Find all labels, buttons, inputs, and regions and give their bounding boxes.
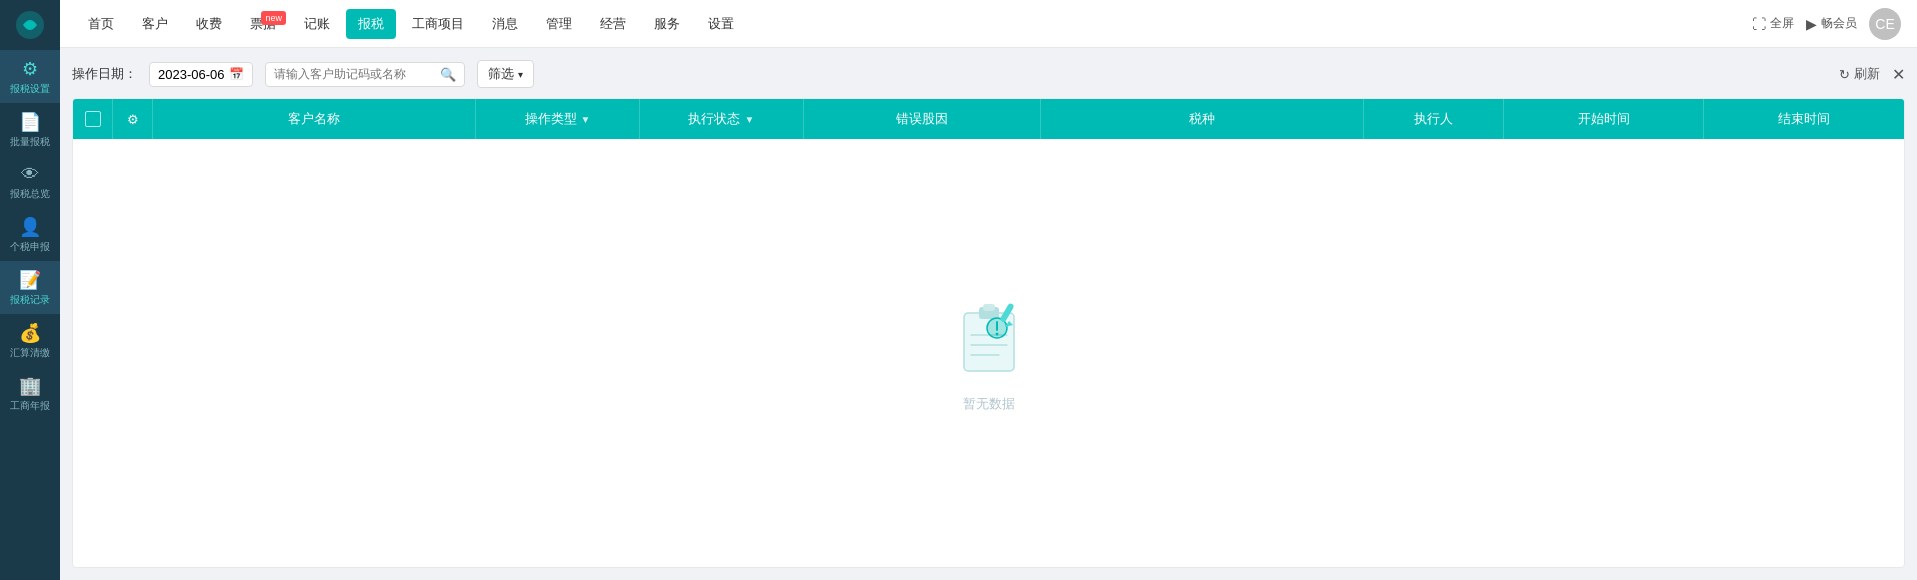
- op-type-sort-icon: ▼: [581, 114, 591, 125]
- content-area: 操作日期： 2023-06-06 📅 🔍 筛选 ▾ ↻ 刷新 ✕: [60, 48, 1917, 580]
- calendar-icon: 📅: [229, 67, 244, 81]
- sidebar-item-piliangshuibao[interactable]: 📄 批量报税: [0, 103, 60, 156]
- nav-item-baoshui[interactable]: 报税: [346, 9, 396, 39]
- status-sort-icon: ▼: [744, 114, 754, 125]
- nav-item-piaoju[interactable]: 票据 new: [238, 9, 288, 39]
- sidebar-item-label-baoshuishezhi: 报税设置: [10, 83, 50, 95]
- baoshuizonglan-icon: 👁: [21, 164, 39, 185]
- piliangshuibao-icon: 📄: [19, 111, 41, 133]
- gongshangniankan-icon: 🏢: [19, 375, 41, 397]
- sidebar-item-label-baoshuijilu: 报税记录: [10, 294, 50, 306]
- baoshuijilu-icon: 📝: [19, 269, 41, 291]
- sidebar-item-label-gongshangniankan: 工商年报: [10, 400, 50, 412]
- date-value: 2023-06-06: [158, 67, 225, 82]
- app-logo: [0, 0, 60, 50]
- member-label: 畅会员: [1821, 15, 1857, 32]
- nav-item-fuwu[interactable]: 服务: [642, 9, 692, 39]
- svg-point-10: [995, 333, 998, 336]
- nav-item-jingying[interactable]: 经营: [588, 9, 638, 39]
- nav-item-shouye[interactable]: 首页: [76, 9, 126, 39]
- refresh-icon: ↻: [1839, 67, 1850, 82]
- th-settings[interactable]: ⚙: [113, 99, 153, 139]
- main-area: 首页 客户 收费 票据 new 记账 报税 工商项目 消息 管理 经营 服务 设…: [60, 0, 1917, 580]
- sidebar-item-label-geshuishenbao: 个税申报: [10, 241, 50, 253]
- sidebar-item-label-baoshuizonglan: 报税总览: [10, 188, 50, 200]
- nav-item-kehu[interactable]: 客户: [130, 9, 180, 39]
- new-badge: new: [261, 11, 286, 25]
- avatar[interactable]: CE: [1869, 8, 1901, 40]
- nav-item-gongshangxiangmu[interactable]: 工商项目: [400, 9, 476, 39]
- search-box[interactable]: 🔍: [265, 62, 465, 87]
- nav-item-xiaoxi[interactable]: 消息: [480, 9, 530, 39]
- search-icon: 🔍: [440, 67, 456, 82]
- sidebar-item-gongshangniankan[interactable]: 🏢 工商年报: [0, 367, 60, 420]
- topnav-right: ⛶ 全屏 ▶ 畅会员 CE: [1752, 8, 1901, 40]
- sidebar-item-label-huisuanjiaona: 汇算清缴: [10, 347, 50, 359]
- date-picker[interactable]: 2023-06-06 📅: [149, 62, 253, 87]
- nav-item-shezhi[interactable]: 设置: [696, 9, 746, 39]
- table-body: 暂无数据: [73, 139, 1904, 567]
- fullscreen-button[interactable]: ⛶ 全屏: [1752, 15, 1794, 32]
- refresh-button[interactable]: ↻ 刷新: [1839, 65, 1880, 83]
- date-label: 操作日期：: [72, 65, 137, 83]
- geshuishenbao-icon: 👤: [19, 216, 41, 238]
- svg-rect-3: [983, 304, 995, 311]
- th-executor: 执行人: [1364, 99, 1503, 139]
- sidebar-item-baoshuishezhi[interactable]: ⚙ 报税设置: [0, 50, 60, 103]
- filter-button[interactable]: 筛选 ▾: [477, 60, 534, 88]
- sidebar: ⚙ 报税设置 📄 批量报税 👁 报税总览 👤 个税申报 📝 报税记录 💰 汇算清…: [0, 0, 60, 580]
- th-status[interactable]: 执行状态 ▼: [640, 99, 804, 139]
- member-button[interactable]: ▶ 畅会员: [1806, 15, 1857, 32]
- sidebar-item-huisuanjiaona[interactable]: 💰 汇算清缴: [0, 314, 60, 367]
- fullscreen-label: 全屏: [1770, 15, 1794, 32]
- refresh-label: 刷新: [1854, 65, 1880, 83]
- member-icon: ▶: [1806, 16, 1817, 32]
- table-header: ⚙ 客户名称 操作类型 ▼ 执行状态 ▼ 错误股因 税种: [73, 99, 1904, 139]
- th-end-time: 结束时间: [1704, 99, 1904, 139]
- filter-label: 筛选: [488, 65, 514, 83]
- top-navigation: 首页 客户 收费 票据 new 记账 报税 工商项目 消息 管理 经营 服务 设…: [60, 0, 1917, 48]
- sidebar-item-baoshuizonglan[interactable]: 👁 报税总览: [0, 156, 60, 208]
- empty-state: 暂无数据: [73, 139, 1904, 567]
- select-all-checkbox[interactable]: [85, 111, 101, 127]
- th-tax: 税种: [1041, 99, 1364, 139]
- fullscreen-icon: ⛶: [1752, 16, 1766, 32]
- empty-illustration: [949, 293, 1029, 383]
- huisuanjiaona-icon: 💰: [19, 322, 41, 344]
- nav-item-shoufei[interactable]: 收费: [184, 9, 234, 39]
- empty-text: 暂无数据: [963, 395, 1015, 413]
- search-input[interactable]: [274, 67, 440, 81]
- data-table: ⚙ 客户名称 操作类型 ▼ 执行状态 ▼ 错误股因 税种: [72, 98, 1905, 568]
- sidebar-item-baoshuijilu[interactable]: 📝 报税记录: [0, 261, 60, 314]
- toolbar: 操作日期： 2023-06-06 📅 🔍 筛选 ▾ ↻ 刷新 ✕: [72, 60, 1905, 88]
- th-check[interactable]: [73, 99, 113, 139]
- baoshuishezhi-icon: ⚙: [22, 58, 38, 80]
- th-error: 错误股因: [804, 99, 1041, 139]
- sidebar-item-label-piliangshuibao: 批量报税: [10, 136, 50, 148]
- filter-chevron-icon: ▾: [518, 69, 523, 80]
- th-op-type[interactable]: 操作类型 ▼: [476, 99, 640, 139]
- toolbar-right: ↻ 刷新 ✕: [1839, 65, 1905, 84]
- th-name: 客户名称: [153, 99, 476, 139]
- close-button[interactable]: ✕: [1892, 65, 1905, 84]
- nav-item-jizhang[interactable]: 记账: [292, 9, 342, 39]
- th-start-time: 开始时间: [1504, 99, 1705, 139]
- nav-item-guanli[interactable]: 管理: [534, 9, 584, 39]
- sidebar-item-geshuishenbao[interactable]: 👤 个税申报: [0, 208, 60, 261]
- settings-icon: ⚙: [127, 112, 139, 127]
